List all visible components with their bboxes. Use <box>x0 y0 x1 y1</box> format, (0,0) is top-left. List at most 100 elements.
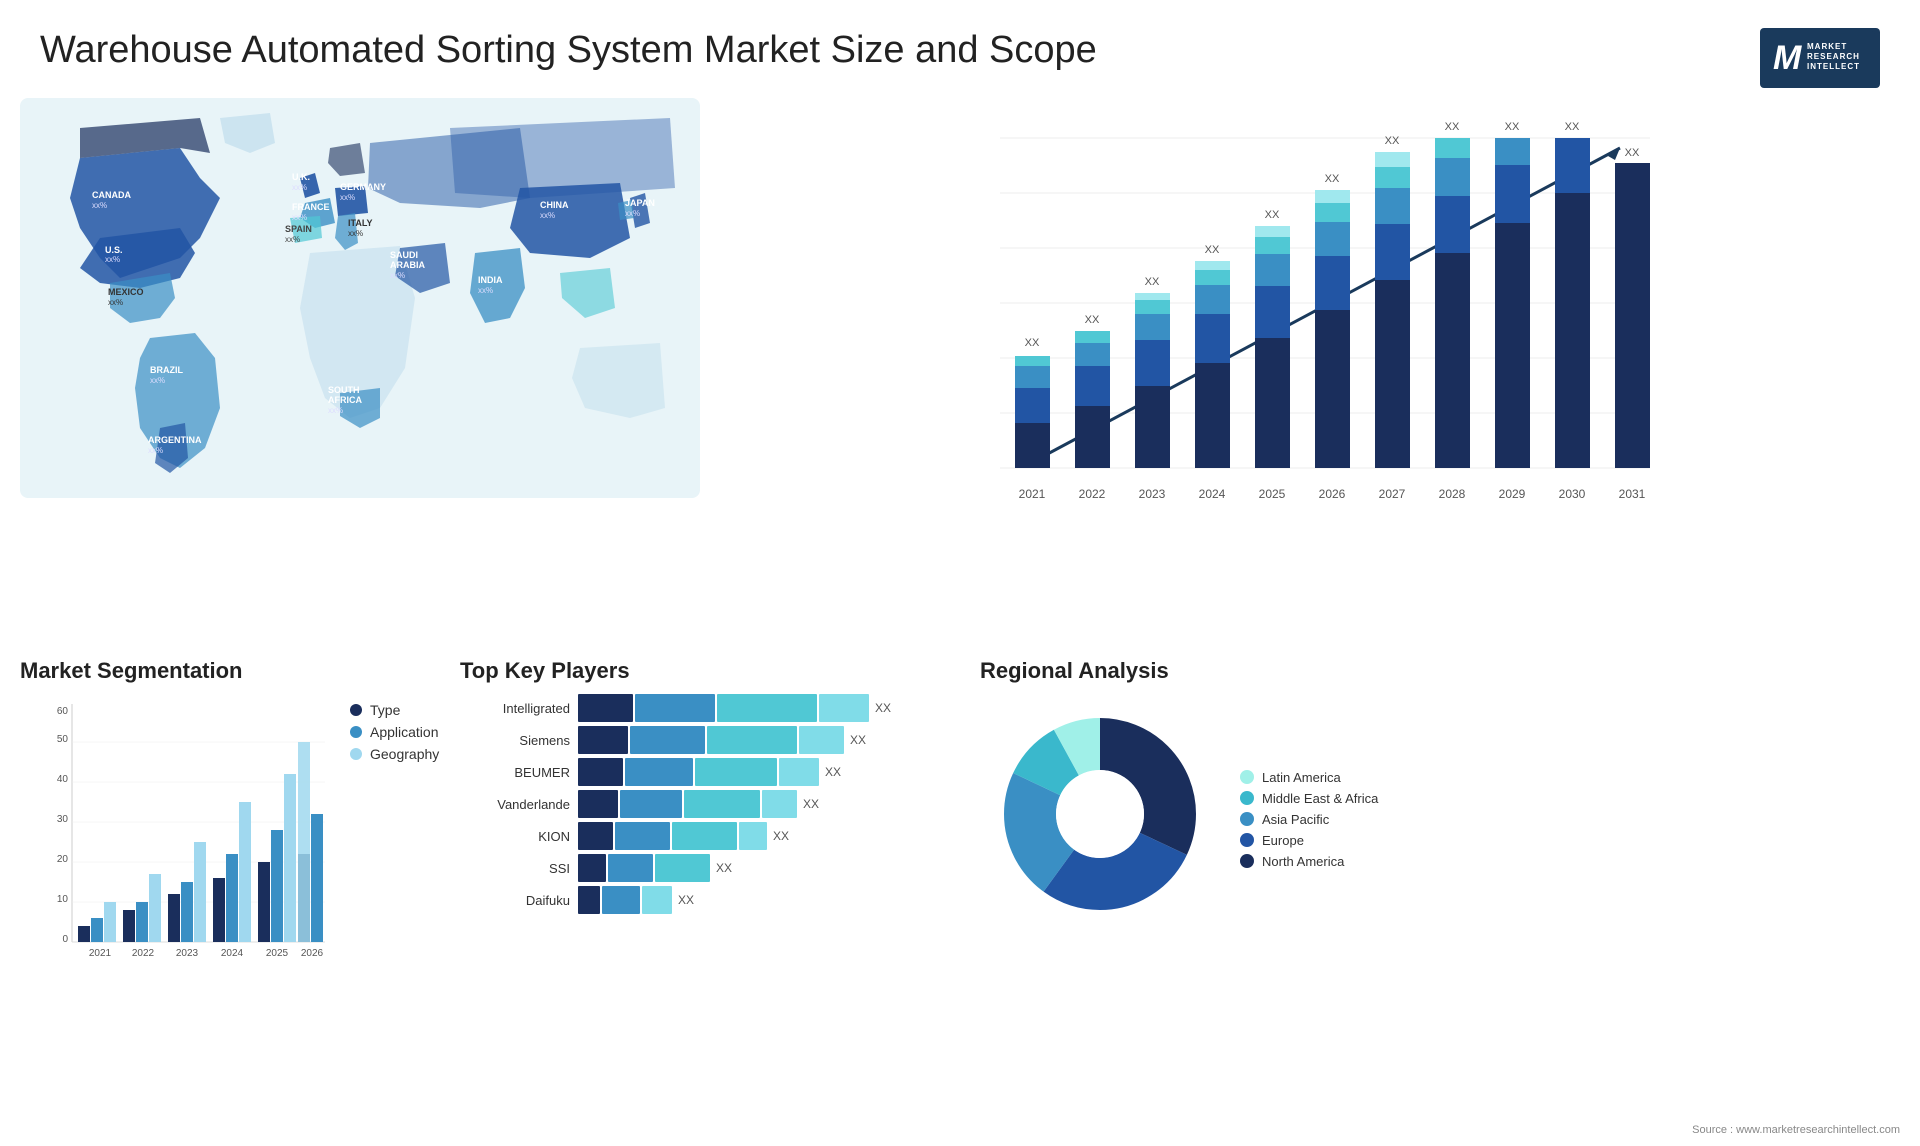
player-xx: XX <box>825 765 841 779</box>
svg-text:XX: XX <box>1625 147 1640 159</box>
player-bar-seg2 <box>615 822 670 850</box>
player-bar-seg3 <box>717 694 817 722</box>
player-bar-seg1 <box>578 854 606 882</box>
reg-legend-label-apac: Asia Pacific <box>1262 812 1329 827</box>
svg-text:xx%: xx% <box>292 213 307 222</box>
reg-legend-dot-latin <box>1240 770 1254 784</box>
svg-text:0: 0 <box>62 934 68 945</box>
player-row-kion: KION XX <box>460 822 960 850</box>
donut-chart-svg <box>980 694 1220 934</box>
legend-label-type: Type <box>370 702 400 718</box>
segmentation-section: Market Segmentation 0 10 20 30 40 50 60 <box>20 658 440 1058</box>
svg-text:ITALY: ITALY <box>348 218 373 228</box>
svg-text:GERMANY: GERMANY <box>340 182 386 192</box>
svg-text:2022: 2022 <box>1079 487 1106 501</box>
svg-text:RESEARCH: RESEARCH <box>1807 52 1860 61</box>
reg-legend-label-mea: Middle East & Africa <box>1262 791 1378 806</box>
svg-text:XX: XX <box>1385 135 1400 147</box>
svg-text:10: 10 <box>57 894 69 905</box>
player-bar-container: XX <box>578 822 960 850</box>
player-bar-seg1 <box>578 790 618 818</box>
reg-legend-label-na: North America <box>1262 854 1344 869</box>
reg-legend-apac: Asia Pacific <box>1240 812 1378 827</box>
player-name: Vanderlande <box>460 797 570 812</box>
player-bar-seg3 <box>672 822 737 850</box>
svg-text:XX: XX <box>1085 314 1100 326</box>
player-bar-seg2 <box>602 886 640 914</box>
svg-text:SPAIN: SPAIN <box>285 224 312 234</box>
svg-text:SAUDI: SAUDI <box>390 250 418 260</box>
svg-text:ARGENTINA: ARGENTINA <box>148 435 202 445</box>
player-bar-seg3 <box>695 758 777 786</box>
svg-text:INDIA: INDIA <box>478 275 503 285</box>
svg-text:2027: 2027 <box>1379 487 1406 501</box>
svg-text:2025: 2025 <box>1259 487 1286 501</box>
svg-text:XX: XX <box>1565 121 1580 133</box>
svg-text:2030: 2030 <box>1559 487 1586 501</box>
world-map-svg: CANADA xx% U.S. xx% MEXICO xx% BRAZIL xx… <box>20 98 700 498</box>
player-bar-seg3 <box>707 726 797 754</box>
svg-text:xx%: xx% <box>292 183 307 192</box>
svg-text:2022: 2022 <box>132 948 155 959</box>
player-xx: XX <box>716 861 732 875</box>
svg-text:60: 60 <box>57 706 69 717</box>
svg-text:xx%: xx% <box>148 446 163 455</box>
svg-text:MEXICO: MEXICO <box>108 287 144 297</box>
svg-text:30: 30 <box>57 814 69 825</box>
svg-text:XX: XX <box>1205 244 1220 256</box>
player-bar-seg4 <box>819 694 869 722</box>
regional-section: Regional Analysis Latin America <box>980 658 1900 1058</box>
player-bar-seg1 <box>578 726 628 754</box>
svg-text:2024: 2024 <box>221 948 244 959</box>
player-name: Intelligrated <box>460 701 570 716</box>
player-bar-seg1 <box>578 758 623 786</box>
legend-label-app: Application <box>370 724 439 740</box>
svg-text:M: M <box>1773 39 1802 77</box>
segmentation-title: Market Segmentation <box>20 658 440 684</box>
svg-text:XX: XX <box>1265 209 1280 221</box>
player-bar-seg2 <box>630 726 705 754</box>
svg-text:xx%: xx% <box>108 298 123 307</box>
player-bar-seg1 <box>578 694 633 722</box>
reg-legend-na: North America <box>1240 854 1378 869</box>
svg-text:XX: XX <box>1505 121 1520 133</box>
player-bar-container: XX <box>578 694 960 722</box>
legend-type: Type <box>350 702 439 718</box>
player-name: SSI <box>460 861 570 876</box>
reg-legend-dot-europe <box>1240 833 1254 847</box>
reg-legend-europe: Europe <box>1240 833 1378 848</box>
svg-text:40: 40 <box>57 774 69 785</box>
player-bar-seg4 <box>779 758 819 786</box>
map-section: CANADA xx% U.S. xx% MEXICO xx% BRAZIL xx… <box>20 98 720 648</box>
svg-text:U.K.: U.K. <box>292 172 310 182</box>
bar-chart-svg: XX 2021 XX 2022 XX 2023 <box>740 118 1880 548</box>
seg-layout: 0 10 20 30 40 50 60 <box>20 694 440 969</box>
logo-area: M MARKET RESEARCH INTELLECT <box>1760 28 1880 88</box>
svg-text:2021: 2021 <box>89 948 112 959</box>
svg-text:xx%: xx% <box>540 211 555 220</box>
player-bar-seg4 <box>799 726 844 754</box>
legend-label-geo: Geography <box>370 746 439 762</box>
seg-bar-chart-svg: 0 10 20 30 40 50 60 <box>50 694 330 964</box>
svg-text:2025: 2025 <box>266 948 289 959</box>
player-bar-container: XX <box>578 758 960 786</box>
svg-text:xx%: xx% <box>285 235 300 244</box>
reg-legend-label-latin: Latin America <box>1262 770 1341 785</box>
svg-text:JAPAN: JAPAN <box>625 198 655 208</box>
player-row-beumer: BEUMER XX <box>460 758 960 786</box>
reg-legend-label-europe: Europe <box>1262 833 1304 848</box>
player-bar-seg2 <box>625 758 693 786</box>
svg-text:2023: 2023 <box>1139 487 1166 501</box>
chart-section: XX 2021 XX 2022 XX 2023 <box>720 98 1900 648</box>
reg-legend-mea: Middle East & Africa <box>1240 791 1378 806</box>
player-bar-container: XX <box>578 726 960 754</box>
player-xx: XX <box>773 829 789 843</box>
svg-text:XX: XX <box>1445 121 1460 133</box>
players-list: Intelligrated XX Siemens XX <box>460 694 960 914</box>
players-section: Top Key Players Intelligrated XX Siemens <box>460 658 960 1058</box>
legend-dot-app <box>350 726 362 738</box>
player-row-siemens: Siemens XX <box>460 726 960 754</box>
player-xx: XX <box>678 893 694 907</box>
players-title: Top Key Players <box>460 658 960 684</box>
logo-svg: M MARKET RESEARCH INTELLECT <box>1765 31 1875 86</box>
